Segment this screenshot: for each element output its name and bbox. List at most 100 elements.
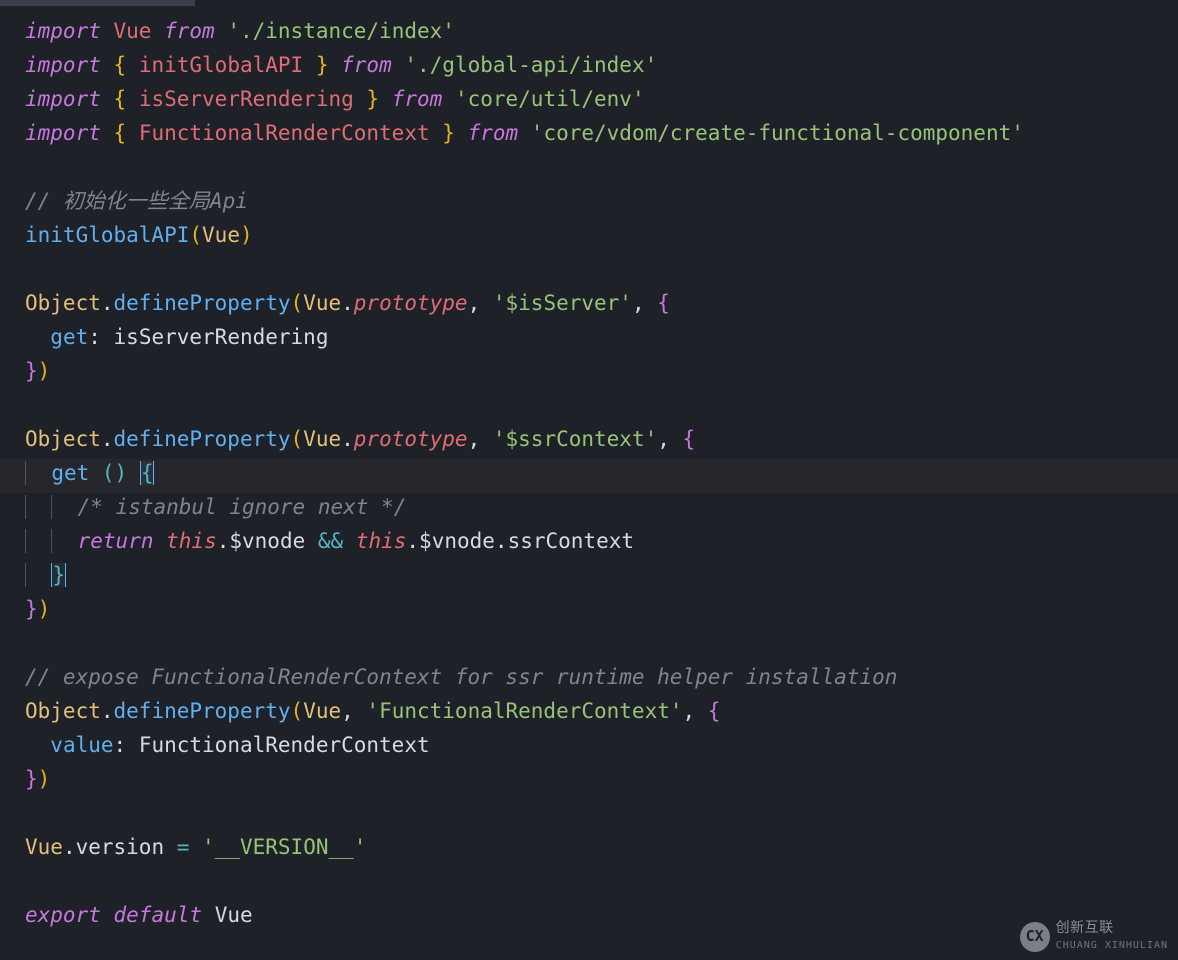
keyword-this: this [356, 529, 407, 553]
paren: ( [291, 291, 304, 315]
paren: ( [189, 223, 202, 247]
identifier: initGlobalAPI [139, 53, 303, 77]
brace: } [303, 53, 328, 77]
keyword-this: this [166, 529, 217, 553]
brace: } [354, 87, 379, 111]
active-tab-indicator [0, 0, 195, 6]
brace: { [683, 427, 696, 451]
fold-guide [51, 495, 65, 519]
keyword-return: return [78, 529, 154, 553]
fold-guide [25, 563, 39, 587]
string-literal: './global-api/index' [404, 53, 657, 77]
paren: ( [291, 699, 304, 723]
string-literal: 'core/util/env' [455, 87, 645, 111]
brace: { [114, 87, 139, 111]
dot: . [406, 529, 419, 553]
identifier: Vue [114, 19, 152, 43]
identifier: Vue [215, 903, 253, 927]
dot: . [101, 699, 114, 723]
comment: /* istanbul ignore next */ [78, 495, 407, 519]
brace: { [708, 699, 721, 723]
keyword-import: import [25, 19, 101, 43]
brace: { [114, 121, 139, 145]
paren: () [89, 461, 140, 485]
brace: } [25, 597, 38, 621]
property: prototype [354, 427, 468, 451]
object-key: value [50, 733, 113, 757]
comma: , [468, 291, 493, 315]
object-ref: Object [25, 699, 101, 723]
dot: . [341, 291, 354, 315]
property: prototype [354, 291, 468, 315]
function-call: initGlobalAPI [25, 223, 189, 247]
string-literal: '__VERSION__' [202, 835, 366, 859]
dot: . [217, 529, 230, 553]
getter-key: get [51, 461, 89, 485]
keyword-import: import [25, 53, 101, 77]
brace: { [114, 53, 139, 77]
fold-guide [25, 461, 39, 485]
string-literal: '$isServer' [493, 291, 632, 315]
method: defineProperty [114, 427, 291, 451]
brace: } [25, 767, 38, 791]
property: $vnode [229, 529, 305, 553]
keyword-from: from [392, 87, 443, 111]
keyword-from: from [164, 19, 215, 43]
keyword-from: from [468, 121, 519, 145]
code-editor-content[interactable]: import Vue from './instance/index' impor… [25, 14, 1153, 932]
method: defineProperty [114, 291, 291, 315]
keyword-import: import [25, 121, 101, 145]
value: FunctionalRenderContext [139, 733, 430, 757]
comma: , [632, 291, 657, 315]
paren: ) [38, 767, 51, 791]
object-ref: Object [25, 427, 101, 451]
operator: && [305, 529, 356, 553]
argument: Vue [303, 427, 341, 451]
comma: , [341, 699, 366, 723]
string-literal: 'FunctionalRenderContext' [366, 699, 682, 723]
argument: Vue [202, 223, 240, 247]
object-key: get [50, 325, 88, 349]
object-ref: Vue [25, 835, 63, 859]
comment: // expose FunctionalRenderContext for ss… [25, 665, 897, 689]
dot: . [101, 427, 114, 451]
brace: } [51, 563, 66, 587]
brace: { [140, 461, 155, 485]
paren: ) [38, 597, 51, 621]
watermark-sub: CHUANG XINHULIAN [1056, 940, 1168, 951]
property: version [76, 835, 165, 859]
space [153, 529, 166, 553]
value: isServerRendering [114, 325, 329, 349]
identifier: isServerRendering [139, 87, 354, 111]
property: ssrContext [508, 529, 634, 553]
comma: , [657, 427, 682, 451]
paren: ) [38, 359, 51, 383]
property: $vnode [419, 529, 495, 553]
fold-guide [51, 529, 65, 553]
dot: . [495, 529, 508, 553]
dot: . [101, 291, 114, 315]
comment: // 初始化一些全局Api [25, 189, 248, 213]
brace: { [657, 291, 670, 315]
string-literal: '$ssrContext' [493, 427, 657, 451]
keyword-import: import [25, 87, 101, 111]
identifier: FunctionalRenderContext [139, 121, 430, 145]
brace: } [430, 121, 455, 145]
keyword-from: from [341, 53, 392, 77]
object-ref: Object [25, 291, 101, 315]
argument: Vue [303, 291, 341, 315]
fold-guide [25, 529, 39, 553]
string-literal: './instance/index' [227, 19, 455, 43]
comma: , [683, 699, 708, 723]
paren: ( [291, 427, 304, 451]
argument: Vue [303, 699, 341, 723]
operator: = [164, 835, 202, 859]
string-literal: 'core/vdom/create-functional-component' [531, 121, 1024, 145]
dot: . [63, 835, 76, 859]
colon: : [88, 325, 113, 349]
fold-guide [25, 495, 39, 519]
keyword-export: export [25, 903, 101, 927]
dot: . [341, 427, 354, 451]
comma: , [468, 427, 493, 451]
paren: ) [240, 223, 253, 247]
